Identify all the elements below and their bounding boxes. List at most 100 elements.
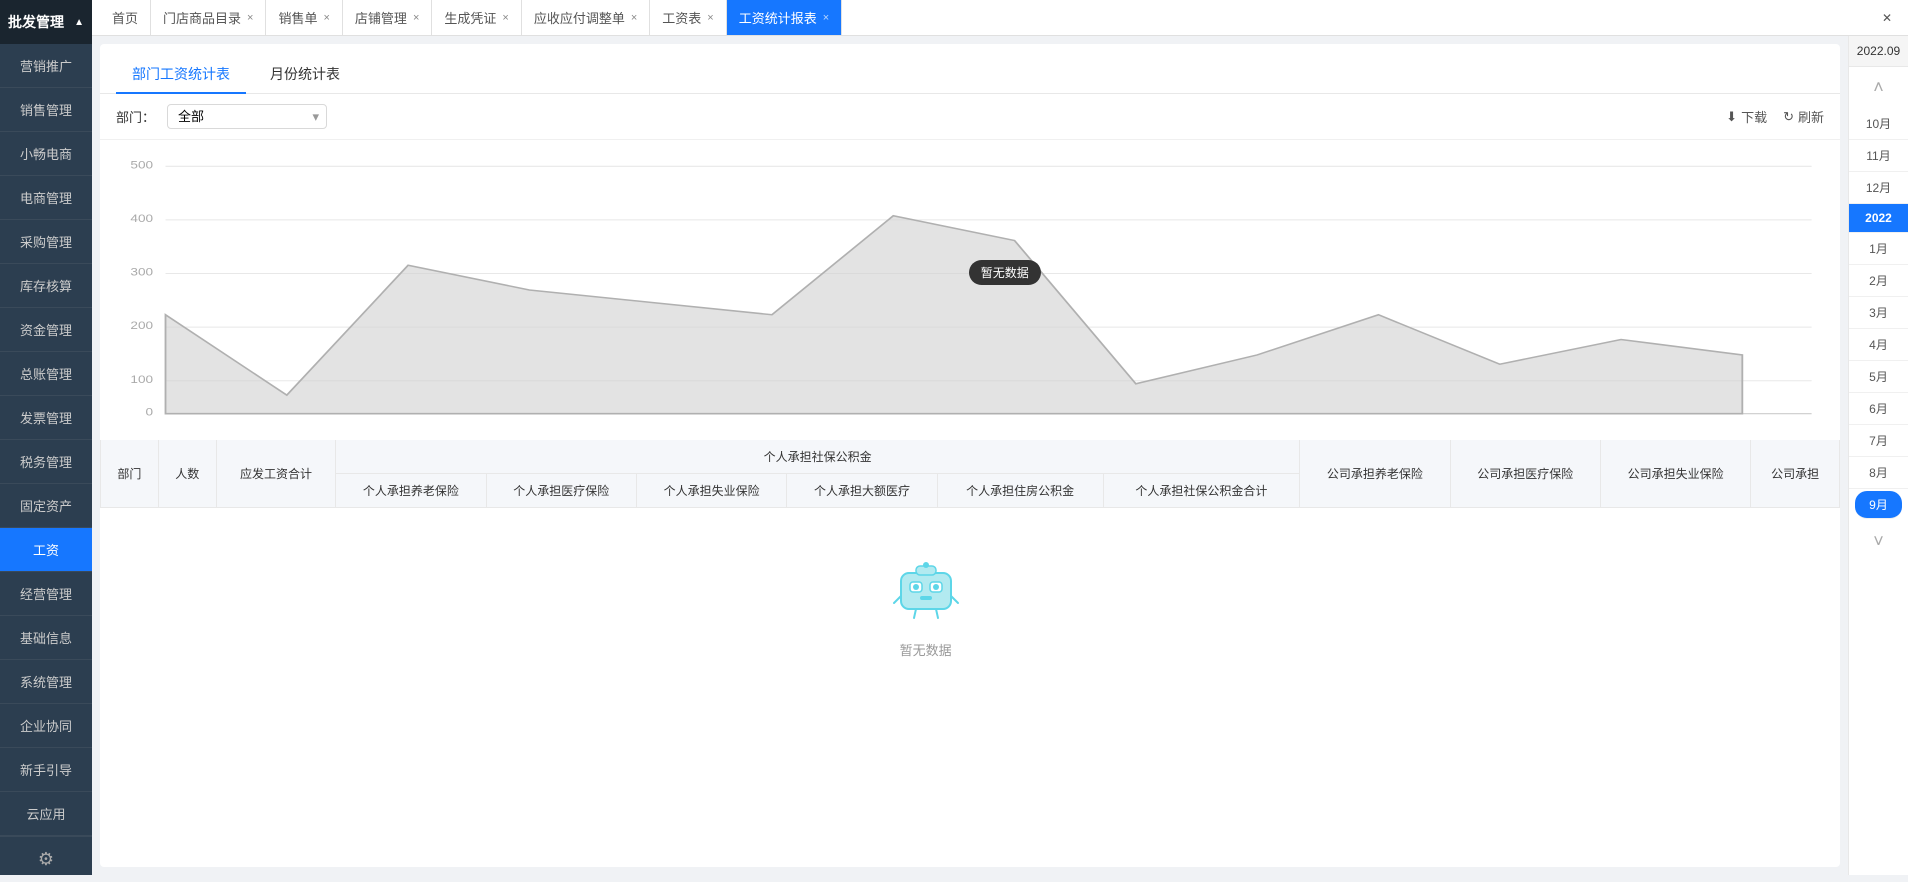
sidebar-item-sales[interactable]: 销售管理 xyxy=(0,88,92,132)
tab-payroll[interactable]: 工资表× xyxy=(650,0,726,35)
svg-text:400: 400 xyxy=(130,212,153,225)
tab-voucher[interactable]: 生成凭证× xyxy=(432,0,521,35)
tab-salary-report[interactable]: 工资统计报表× xyxy=(727,0,842,35)
tab-close-salary-report[interactable]: × xyxy=(823,12,829,24)
col-personal-unemploy: 个人承担失业保险 xyxy=(636,474,786,508)
sidebar-item-assets[interactable]: 固定资产 xyxy=(0,484,92,528)
tab-dept-salary[interactable]: 部门工资统计表 xyxy=(116,56,246,94)
sidebar-item-cloud[interactable]: 云应用 xyxy=(0,792,92,836)
svg-text:500: 500 xyxy=(130,158,153,171)
svg-text:200: 200 xyxy=(130,319,153,332)
col-count: 人数 xyxy=(158,440,216,508)
date-nav-bottom: ˅ xyxy=(1849,521,1908,562)
dept-label: 部门： xyxy=(116,107,155,126)
sidebar-item-invoice[interactable]: 发票管理 xyxy=(0,396,92,440)
no-data-tooltip: 暂无数据 xyxy=(969,260,1041,285)
content-area: 部门工资统计表 月份统计表 部门： 全部 ⬇ 下载 xyxy=(92,36,1908,875)
col-total: 应发工资合计 xyxy=(216,440,336,508)
date-item-11月[interactable]: 11月 xyxy=(1849,140,1908,172)
date-item-10月[interactable]: 10月 xyxy=(1849,108,1908,140)
date-nav-down-button[interactable]: ˅ xyxy=(1849,525,1908,558)
date-item-2022[interactable]: 2022 xyxy=(1849,204,1908,233)
sidebar-header[interactable]: 批发管理 ▲ xyxy=(0,0,92,44)
tab-receivable[interactable]: 应收应付调整单× xyxy=(522,0,650,35)
col-personal-total: 个人承担社保公积金合计 xyxy=(1103,474,1300,508)
col-company-medical: 公司承担医疗保险 xyxy=(1450,440,1600,508)
date-nav: ˄ xyxy=(1849,67,1908,108)
svg-text:0: 0 xyxy=(146,406,154,419)
close-all-icon: ✕ xyxy=(1882,11,1892,25)
tab-close-receivable[interactable]: × xyxy=(631,12,637,24)
tab-close-store-catalog[interactable]: × xyxy=(247,12,253,24)
date-sidebar-header: 2022.09 xyxy=(1849,36,1908,67)
sidebar-item-inventory[interactable]: 库存核算 xyxy=(0,264,92,308)
tab-close-voucher[interactable]: × xyxy=(502,12,508,24)
tab-store-catalog[interactable]: 门店商品目录× xyxy=(151,0,266,35)
col-group-personal: 个人承担社保公积金 xyxy=(336,440,1300,474)
sidebar-item-ecommerce[interactable]: 电商管理 xyxy=(0,176,92,220)
date-item-1月[interactable]: 1月 xyxy=(1849,233,1908,265)
empty-state: 暂无数据 xyxy=(101,508,1751,699)
sidebar-item-ecommerce-small[interactable]: 小畅电商 xyxy=(0,132,92,176)
tab-sales-order[interactable]: 销售单× xyxy=(266,0,342,35)
download-button[interactable]: ⬇ 下载 xyxy=(1726,107,1767,126)
col-personal-housing: 个人承担住房公积金 xyxy=(937,474,1103,508)
page-content: 部门工资统计表 月份统计表 部门： 全部 ⬇ 下载 xyxy=(100,44,1840,867)
sidebar-arrow-icon: ▲ xyxy=(74,17,84,28)
date-item-5月[interactable]: 5月 xyxy=(1849,361,1908,393)
sub-tabs: 部门工资统计表 月份统计表 xyxy=(100,44,1840,94)
date-item-9月[interactable]: 9月 xyxy=(1855,491,1902,519)
sidebar-item-operations[interactable]: 经营管理 xyxy=(0,572,92,616)
chart-area: 500 400 300 200 100 0 xyxy=(100,140,1840,440)
date-item-8月[interactable]: 8月 xyxy=(1849,457,1908,489)
tab-store-mgmt[interactable]: 店铺管理× xyxy=(343,0,432,35)
date-nav-up-button[interactable]: ˄ xyxy=(1849,71,1908,104)
empty-text: 暂无数据 xyxy=(900,640,952,659)
col-personal-medical: 个人承担医疗保险 xyxy=(486,474,636,508)
col-personal-old: 个人承担养老保险 xyxy=(336,474,486,508)
sidebar-title: 批发管理 xyxy=(8,12,64,32)
date-sidebar: 2022.09 ˄ 10月11月12月20221月2月3月4月5月6月7月8月9… xyxy=(1848,36,1908,875)
main-area: 首页门店商品目录×销售单×店铺管理×生成凭证×应收应付调整单×工资表×工资统计报… xyxy=(92,0,1908,875)
sidebar-item-purchase[interactable]: 采购管理 xyxy=(0,220,92,264)
date-item-4月[interactable]: 4月 xyxy=(1849,329,1908,361)
toolbar-right: ⬇ 下载 ↻ 刷新 xyxy=(1726,107,1824,126)
sidebar-item-finance[interactable]: 资金管理 xyxy=(0,308,92,352)
empty-icon xyxy=(886,548,966,628)
date-item-6月[interactable]: 6月 xyxy=(1849,393,1908,425)
tab-month-stats[interactable]: 月份统计表 xyxy=(254,56,356,94)
dept-select-wrapper[interactable]: 全部 xyxy=(167,104,327,129)
col-company-old: 公司承担养老保险 xyxy=(1300,440,1450,508)
sidebar-item-basic[interactable]: 基础信息 xyxy=(0,616,92,660)
col-company-unemploy: 公司承担失业保险 xyxy=(1600,440,1750,508)
sidebar: 批发管理 ▲ 营销推广销售管理小畅电商电商管理采购管理库存核算资金管理总账管理发… xyxy=(0,0,92,875)
date-item-7月[interactable]: 7月 xyxy=(1849,425,1908,457)
tab-close-store-mgmt[interactable]: × xyxy=(413,12,419,24)
sidebar-item-marketing[interactable]: 营销推广 xyxy=(0,44,92,88)
close-all-tabs-button[interactable]: ✕ xyxy=(1874,11,1900,25)
refresh-icon: ↻ xyxy=(1783,109,1794,125)
settings-icon[interactable]: ⚙ xyxy=(0,836,92,882)
date-item-2月[interactable]: 2月 xyxy=(1849,265,1908,297)
salary-table: 部门 人数 应发工资合计 个人承担社保公积金 公司承担养老保险 公司承担医疗保险… xyxy=(100,440,1840,699)
date-item-12月[interactable]: 12月 xyxy=(1849,172,1908,204)
table-area[interactable]: 部门 人数 应发工资合计 个人承担社保公积金 公司承担养老保险 公司承担医疗保险… xyxy=(100,440,1840,867)
date-item-3月[interactable]: 3月 xyxy=(1849,297,1908,329)
sidebar-item-enterprise[interactable]: 企业协同 xyxy=(0,704,92,748)
download-icon: ⬇ xyxy=(1726,109,1737,125)
tab-home[interactable]: 首页 xyxy=(100,0,151,35)
sidebar-item-salary[interactable]: 工资 xyxy=(0,528,92,572)
sidebar-item-guide[interactable]: 新手引导 xyxy=(0,748,92,792)
sidebar-item-system[interactable]: 系统管理 xyxy=(0,660,92,704)
chart-svg: 500 400 300 200 100 0 xyxy=(116,156,1824,424)
toolbar: 部门： 全部 ⬇ 下载 ↻ 刷新 xyxy=(100,94,1840,140)
svg-text:100: 100 xyxy=(130,373,153,386)
tab-close-sales-order[interactable]: × xyxy=(323,12,329,24)
sidebar-item-ledger[interactable]: 总账管理 xyxy=(0,352,92,396)
svg-text:300: 300 xyxy=(130,266,153,279)
tab-close-payroll[interactable]: × xyxy=(707,12,713,24)
tab-bar: 首页门店商品目录×销售单×店铺管理×生成凭证×应收应付调整单×工资表×工资统计报… xyxy=(92,0,1908,36)
refresh-button[interactable]: ↻ 刷新 xyxy=(1783,107,1824,126)
dept-select[interactable]: 全部 xyxy=(167,104,327,129)
sidebar-item-tax[interactable]: 税务管理 xyxy=(0,440,92,484)
